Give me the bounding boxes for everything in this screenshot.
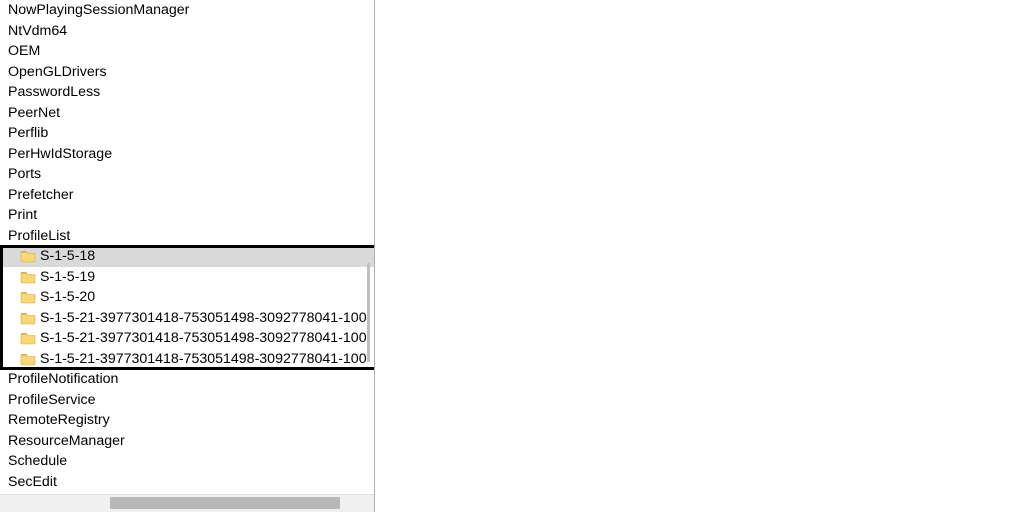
tree-item-label: S-1-5-21-3977301418-753051498-3092778041… [40,349,367,370]
tree-subkey[interactable]: S-1-5-20 [0,287,374,308]
tree-item-label: OpenGLDrivers [8,62,107,83]
tree-scroll[interactable]: NowPlayingSessionManagerNtVdm64OEMOpenGL… [0,0,374,494]
tree-key[interactable]: NowPlayingSessionManager [0,0,374,21]
folder-icon [20,270,36,284]
split-container: NowPlayingSessionManagerNtVdm64OEMOpenGL… [0,0,1013,512]
tree-item-label: ProfileService [8,390,96,411]
tree-key[interactable]: Ports [0,164,374,185]
tree-key[interactable]: NtVdm64 [0,21,374,42]
horizontal-scrollbar-thumb[interactable] [110,497,340,509]
tree-subkey[interactable]: S-1-5-21-3977301418-753051498-3092778041… [0,328,374,349]
tree-key[interactable]: Schedule [0,451,374,472]
tree-key[interactable]: ResourceManager [0,431,374,452]
tree-key[interactable]: Prefetcher [0,185,374,206]
tree-item-label: S-1-5-19 [40,267,95,288]
folder-icon [20,352,36,366]
tree-key[interactable]: Perflib [0,123,374,144]
tree-item-label: OEM [8,41,40,62]
tree-item-label: RemoteRegistry [8,410,110,431]
tree-key[interactable]: Print [0,205,374,226]
tree-key[interactable]: PasswordLess [0,82,374,103]
registry-tree: NowPlayingSessionManagerNtVdm64OEMOpenGL… [0,0,374,492]
tree-item-label: Schedule [8,451,67,472]
tree-subkey[interactable]: S-1-5-19 [0,267,374,288]
horizontal-scrollbar[interactable] [0,494,374,512]
tree-key[interactable]: ProfileList [0,226,374,247]
tree-subkey[interactable]: S-1-5-21-3977301418-753051498-3092778041… [0,308,374,329]
tree-item-label: Perflib [8,123,48,144]
tree-pane: NowPlayingSessionManagerNtVdm64OEMOpenGL… [0,0,375,512]
tree-item-label: Ports [8,164,41,185]
tree-key[interactable]: OpenGLDrivers [0,62,374,83]
tree-key[interactable]: PerHwIdStorage [0,144,374,165]
tree-subkey[interactable]: S-1-5-18 [0,246,374,267]
tree-item-label: NowPlayingSessionManager [8,0,189,21]
vertical-scrollbar-thumb[interactable] [367,263,370,362]
values-pane [375,0,1013,512]
tree-item-label: PerHwIdStorage [8,144,112,165]
tree-item-label: ProfileList [8,226,70,247]
tree-item-label: S-1-5-21-3977301418-753051498-3092778041… [40,308,367,329]
tree-key[interactable]: ProfileNotification [0,369,374,390]
tree-key[interactable]: SecEdit [0,472,374,493]
tree-item-label: Print [8,205,37,226]
tree-key[interactable]: ProfileService [0,390,374,411]
folder-icon [20,249,36,263]
folder-icon [20,331,36,345]
tree-item-label: PasswordLess [8,82,100,103]
tree-item-label: ResourceManager [8,431,125,452]
tree-item-label: S-1-5-18 [40,246,95,267]
folder-icon [20,311,36,325]
tree-subkey[interactable]: S-1-5-21-3977301418-753051498-3092778041… [0,349,374,370]
tree-item-label: SecEdit [8,472,57,493]
tree-key[interactable]: PeerNet [0,103,374,124]
tree-item-label: S-1-5-20 [40,287,95,308]
tree-item-label: Prefetcher [8,185,73,206]
tree-item-label: PeerNet [8,103,60,124]
tree-item-label: S-1-5-21-3977301418-753051498-3092778041… [40,328,367,349]
tree-item-label: NtVdm64 [8,21,67,42]
folder-icon [20,290,36,304]
tree-item-label: ProfileNotification [8,369,118,390]
tree-key[interactable]: RemoteRegistry [0,410,374,431]
tree-key[interactable]: OEM [0,41,374,62]
